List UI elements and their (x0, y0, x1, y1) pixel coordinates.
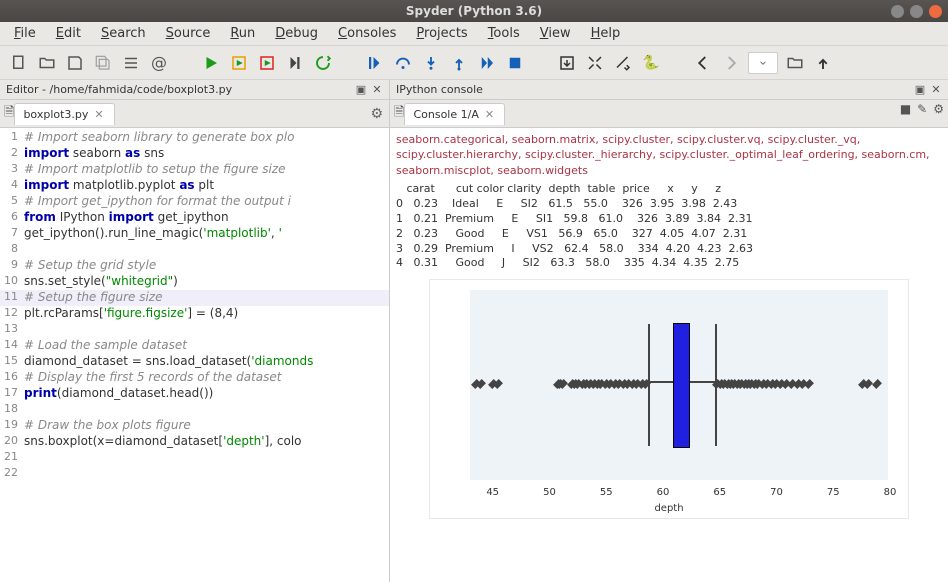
menu-view[interactable]: View (534, 24, 577, 43)
run-cell-icon[interactable] (228, 52, 250, 74)
maximize-pane-icon[interactable] (584, 52, 606, 74)
console-pane-header: IPython console ▣ ✕ (390, 80, 948, 100)
tab-boxplot3[interactable]: boxplot3.py ✕ (14, 103, 114, 125)
tab-close-icon[interactable]: ✕ (485, 108, 494, 121)
new-file-icon[interactable] (8, 52, 30, 74)
back-icon[interactable] (692, 52, 714, 74)
tab-console-1a[interactable]: Console 1/A ✕ (404, 103, 505, 125)
at-icon[interactable]: @ (148, 52, 170, 74)
editor-pane-title: Editor - /home/fahmida/code/boxplot3.py (6, 83, 232, 96)
debug-step-over-icon[interactable] (392, 52, 414, 74)
dataframe-output: carat cut color clarity depth table pric… (396, 182, 942, 271)
preferences-icon[interactable] (612, 52, 634, 74)
tab-label: Console 1/A (413, 108, 478, 121)
file-browser-icon[interactable]: 🗎 (4, 103, 14, 125)
menu-run[interactable]: Run (224, 24, 261, 43)
stop-console-icon[interactable]: ■ (900, 102, 911, 116)
menu-help[interactable]: Help (585, 24, 627, 43)
run-cell-advance-icon[interactable] (256, 52, 278, 74)
menubar: File Edit Search Source Run Debug Consol… (0, 22, 948, 46)
console-imports: seaborn.categorical, seaborn.matrix, sci… (396, 132, 942, 178)
run-selection-icon[interactable] (284, 52, 306, 74)
boxplot-figure: 4550556065707580 depth (429, 279, 909, 519)
save-icon[interactable] (64, 52, 86, 74)
x-axis-label: depth (654, 503, 683, 514)
window-title: Spyder (Python 3.6) (406, 4, 542, 18)
menu-search[interactable]: Search (95, 24, 152, 43)
editor-tabs: 🗎 boxplot3.py ✕ ⚙ (0, 100, 389, 128)
working-dir-dropdown[interactable] (748, 52, 778, 74)
browse-dir-icon[interactable] (784, 52, 806, 74)
console-output[interactable]: seaborn.categorical, seaborn.matrix, sci… (390, 128, 948, 582)
gear-icon[interactable]: ⚙ (933, 102, 944, 116)
editor-pane-header: Editor - /home/fahmida/code/boxplot3.py … (0, 80, 389, 100)
pane-options-icon[interactable]: ▣ (914, 84, 926, 96)
parent-dir-icon[interactable] (812, 52, 834, 74)
debug-stop-icon[interactable] (504, 52, 526, 74)
python-icon[interactable]: 🐍 (640, 52, 662, 74)
tab-label: boxplot3.py (23, 108, 88, 121)
minimize-button[interactable] (891, 5, 904, 18)
pane-close-icon[interactable]: ✕ (371, 84, 383, 96)
clear-console-icon[interactable]: ✎ (917, 102, 927, 116)
gear-icon[interactable]: ⚙ (370, 106, 383, 122)
tab-close-icon[interactable]: ✕ (94, 108, 103, 121)
menu-source[interactable]: Source (160, 24, 217, 43)
close-button[interactable] (929, 5, 942, 18)
import-icon[interactable] (556, 52, 578, 74)
debug-continue-icon[interactable] (476, 52, 498, 74)
menu-consoles[interactable]: Consoles (332, 24, 402, 43)
open-file-icon[interactable] (36, 52, 58, 74)
list-icon[interactable] (120, 52, 142, 74)
debug-step-into-icon[interactable] (420, 52, 442, 74)
menu-tools[interactable]: Tools (482, 24, 526, 43)
restart-icon[interactable] (312, 52, 334, 74)
run-icon[interactable] (200, 52, 222, 74)
toolbar: @ 🐍 (0, 46, 948, 80)
editor-pane: Editor - /home/fahmida/code/boxplot3.py … (0, 80, 390, 582)
save-all-icon[interactable] (92, 52, 114, 74)
console-list-icon[interactable]: 🗎 (394, 103, 404, 125)
menu-file[interactable]: File (8, 24, 42, 43)
console-pane: IPython console ▣ ✕ 🗎 Console 1/A ✕ ■ ✎ … (390, 80, 948, 582)
debug-step-start-icon[interactable] (364, 52, 386, 74)
menu-debug[interactable]: Debug (269, 24, 324, 43)
forward-icon[interactable] (720, 52, 742, 74)
code-editor[interactable]: 1# Import seaborn library to generate bo… (0, 128, 389, 582)
maximize-button[interactable] (910, 5, 923, 18)
pane-close-icon[interactable]: ✕ (930, 84, 942, 96)
debug-step-out-icon[interactable] (448, 52, 470, 74)
pane-options-icon[interactable]: ▣ (355, 84, 367, 96)
menu-projects[interactable]: Projects (410, 24, 473, 43)
console-pane-title: IPython console (396, 83, 483, 96)
titlebar: Spyder (Python 3.6) (0, 0, 948, 22)
menu-edit[interactable]: Edit (50, 24, 87, 43)
console-tabs: 🗎 Console 1/A ✕ ■ ✎ ⚙ (390, 100, 948, 128)
